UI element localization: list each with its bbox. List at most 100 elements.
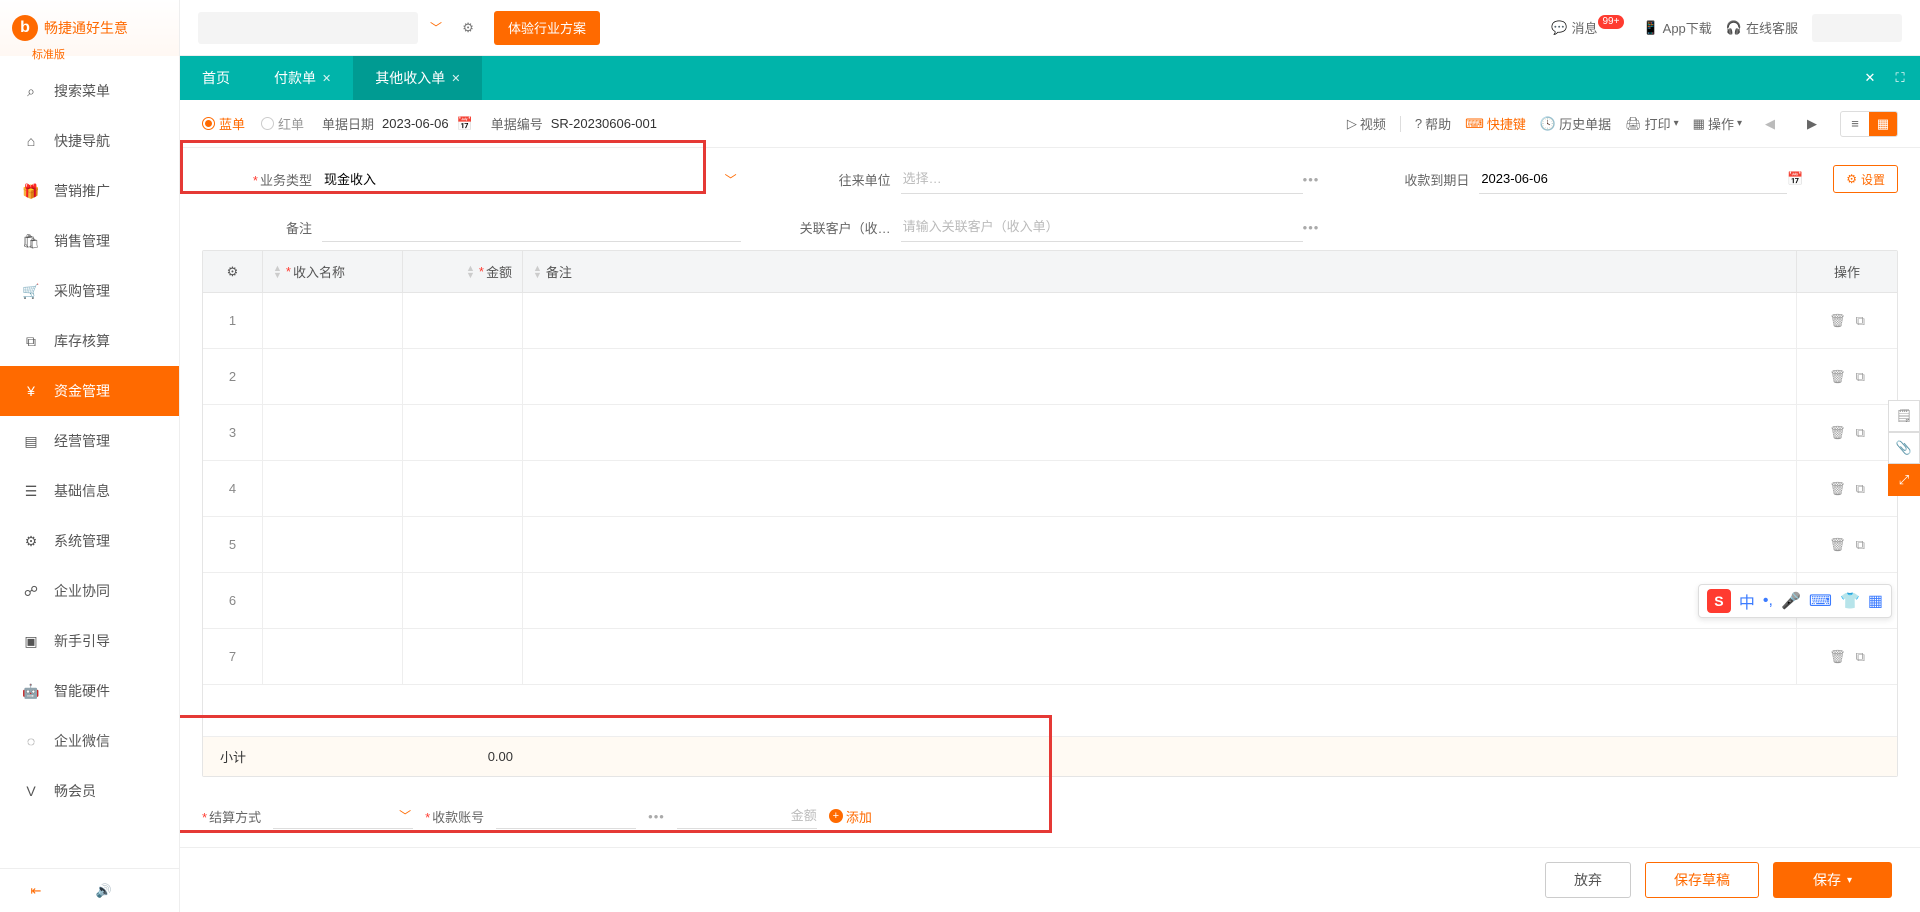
table-row[interactable]: 3🗑⧉ (203, 405, 1897, 461)
sidebar-item-search[interactable]: ⌕搜索菜单 (0, 66, 179, 116)
view-list-button[interactable]: ≡ (1841, 112, 1869, 136)
cell-income-name[interactable] (263, 629, 403, 684)
radio-blue-doc[interactable]: 蓝单 (202, 114, 245, 133)
ime-keyboard-icon[interactable]: ⌨ (1809, 591, 1832, 611)
collapse-icon[interactable]: ⇤ (22, 877, 50, 905)
sound-icon[interactable]: 🔊 (90, 877, 118, 905)
delete-row-icon[interactable]: 🗑 (1829, 537, 1846, 553)
table-row[interactable]: 5🗑⧉ (203, 517, 1897, 573)
sidebar-item-funds[interactable]: ¥资金管理 (0, 366, 179, 416)
messages-link[interactable]: 💬 消息 99+ (1551, 18, 1628, 37)
sidebar-item-purchase[interactable]: 🛒采购管理 (0, 266, 179, 316)
remark-input[interactable] (322, 212, 741, 242)
sidebar-item-member[interactable]: V畅会员 (0, 766, 179, 816)
delete-row-icon[interactable]: 🗑 (1829, 425, 1846, 441)
ime-toolbar[interactable]: S 中 •, 🎤 ⌨ 👕 ▦ (1698, 584, 1892, 618)
tab-fullscreen-button[interactable]: ⛶ (1886, 64, 1914, 92)
col-amount[interactable]: ▲▼*金额 (403, 251, 523, 292)
copy-row-icon[interactable]: ⧉ (1856, 313, 1865, 329)
next-doc-button[interactable]: ▶ (1798, 110, 1826, 138)
prev-doc-button[interactable]: ◀ (1756, 110, 1784, 138)
save-draft-button[interactable]: 保存草稿 (1645, 862, 1759, 898)
sidebar-item-quicknav[interactable]: ⌂快捷导航 (0, 116, 179, 166)
cell-remark[interactable] (523, 629, 1797, 684)
biz-type-select[interactable] (322, 164, 502, 194)
table-row[interactable]: 1🗑⧉ (203, 293, 1897, 349)
radio-red-doc[interactable]: 红单 (261, 114, 304, 133)
tab-payment[interactable]: 付款单✕ (252, 56, 353, 100)
chevron-down-icon[interactable]: ﹀ (725, 171, 737, 188)
table-row[interactable]: 2🗑⧉ (203, 349, 1897, 405)
online-service-link[interactable]: 🎧在线客服 (1726, 18, 1798, 37)
attach-float-button[interactable]: 📎 (1888, 432, 1920, 464)
calendar-icon[interactable]: 📅 (1787, 171, 1803, 187)
expand-float-button[interactable]: ⤢ (1888, 464, 1920, 496)
cell-remark[interactable] (523, 405, 1797, 460)
sidebar-item-system[interactable]: ⚙系统管理 (0, 516, 179, 566)
sidebar-item-hardware[interactable]: 🤖智能硬件 (0, 666, 179, 716)
more-icon[interactable]: ••• (1303, 172, 1320, 187)
calendar-icon[interactable]: 📅 (457, 116, 473, 132)
sidebar-item-marketing[interactable]: 🎁营销推广 (0, 166, 179, 216)
chevron-down-icon[interactable]: ﹀ (430, 19, 442, 36)
related-customer-input[interactable] (901, 212, 1303, 242)
cell-amount[interactable] (403, 461, 523, 516)
sidebar-item-basicinfo[interactable]: ☰基础信息 (0, 466, 179, 516)
sidebar-item-inventory[interactable]: ⧉库存核算 (0, 316, 179, 366)
table-row[interactable]: 4🗑⧉ (203, 461, 1897, 517)
sidebar-item-operation[interactable]: ▤经营管理 (0, 416, 179, 466)
history-link[interactable]: 🕓历史单据 (1540, 114, 1611, 133)
copy-row-icon[interactable]: ⧉ (1856, 537, 1865, 553)
ime-lang[interactable]: 中 (1739, 589, 1755, 613)
delete-row-icon[interactable]: 🗑 (1829, 313, 1846, 329)
cell-amount[interactable] (403, 573, 523, 628)
col-income-name[interactable]: ▲▼*收入名称 (263, 251, 403, 292)
cell-amount[interactable] (403, 349, 523, 404)
delete-row-icon[interactable]: 🗑 (1829, 369, 1846, 385)
cell-amount[interactable] (403, 517, 523, 572)
copy-row-icon[interactable]: ⧉ (1856, 425, 1865, 441)
cell-amount[interactable] (403, 629, 523, 684)
shortcut-link[interactable]: ⌨快捷键 (1465, 114, 1526, 133)
try-industry-button[interactable]: 体验行业方案 (494, 11, 600, 45)
due-date-input[interactable] (1479, 164, 1787, 194)
delete-row-icon[interactable]: 🗑 (1829, 481, 1846, 497)
print-link[interactable]: 🖨打印▾ (1625, 114, 1679, 133)
add-settlement-button[interactable]: +添加 (829, 807, 872, 826)
discard-button[interactable]: 放弃 (1545, 862, 1631, 898)
app-download-link[interactable]: 📱App下载 (1642, 18, 1711, 37)
cell-amount[interactable] (403, 293, 523, 348)
settle-method-select[interactable] (273, 803, 413, 829)
operate-link[interactable]: ▦操作▾ (1693, 114, 1742, 133)
save-button[interactable]: 保存▾ (1773, 862, 1892, 898)
note-float-button[interactable]: 🗒 (1888, 400, 1920, 432)
ime-mic-icon[interactable]: 🎤 (1781, 591, 1801, 611)
close-icon[interactable]: ✕ (322, 72, 331, 85)
doc-date-value[interactable]: 2023-06-06 (382, 116, 449, 131)
more-icon[interactable]: ••• (1303, 220, 1320, 235)
cell-income-name[interactable] (263, 573, 403, 628)
delete-row-icon[interactable]: 🗑 (1829, 649, 1846, 665)
cell-amount[interactable] (403, 405, 523, 460)
settings-button[interactable]: ⚙设置 (1833, 165, 1898, 193)
cell-remark[interactable] (523, 349, 1797, 404)
col-remark[interactable]: ▲▼备注 (523, 251, 1797, 292)
table-row[interactable]: 7🗑⧉ (203, 629, 1897, 685)
table-row[interactable]: 6🗑⧉ (203, 573, 1897, 629)
column-config-button[interactable]: ⚙ (203, 251, 263, 292)
cell-remark[interactable] (523, 461, 1797, 516)
sidebar-item-guide[interactable]: ▣新手引导 (0, 616, 179, 666)
cell-income-name[interactable] (263, 517, 403, 572)
cell-income-name[interactable] (263, 461, 403, 516)
ime-skin-icon[interactable]: 👕 (1840, 591, 1860, 611)
receive-account-input[interactable] (496, 803, 636, 829)
view-form-button[interactable]: ▦ (1869, 112, 1897, 136)
copy-row-icon[interactable]: ⧉ (1856, 369, 1865, 385)
sidebar-item-wechat[interactable]: ◌企业微信 (0, 716, 179, 766)
sidebar-item-sales[interactable]: 🛍销售管理 (0, 216, 179, 266)
help-link[interactable]: ?帮助 (1415, 114, 1451, 133)
sidebar-item-collab[interactable]: ☍企业协同 (0, 566, 179, 616)
settings-gear-icon[interactable]: ⚙ (454, 14, 482, 42)
cell-income-name[interactable] (263, 349, 403, 404)
ime-tools-icon[interactable]: ▦ (1868, 591, 1883, 611)
